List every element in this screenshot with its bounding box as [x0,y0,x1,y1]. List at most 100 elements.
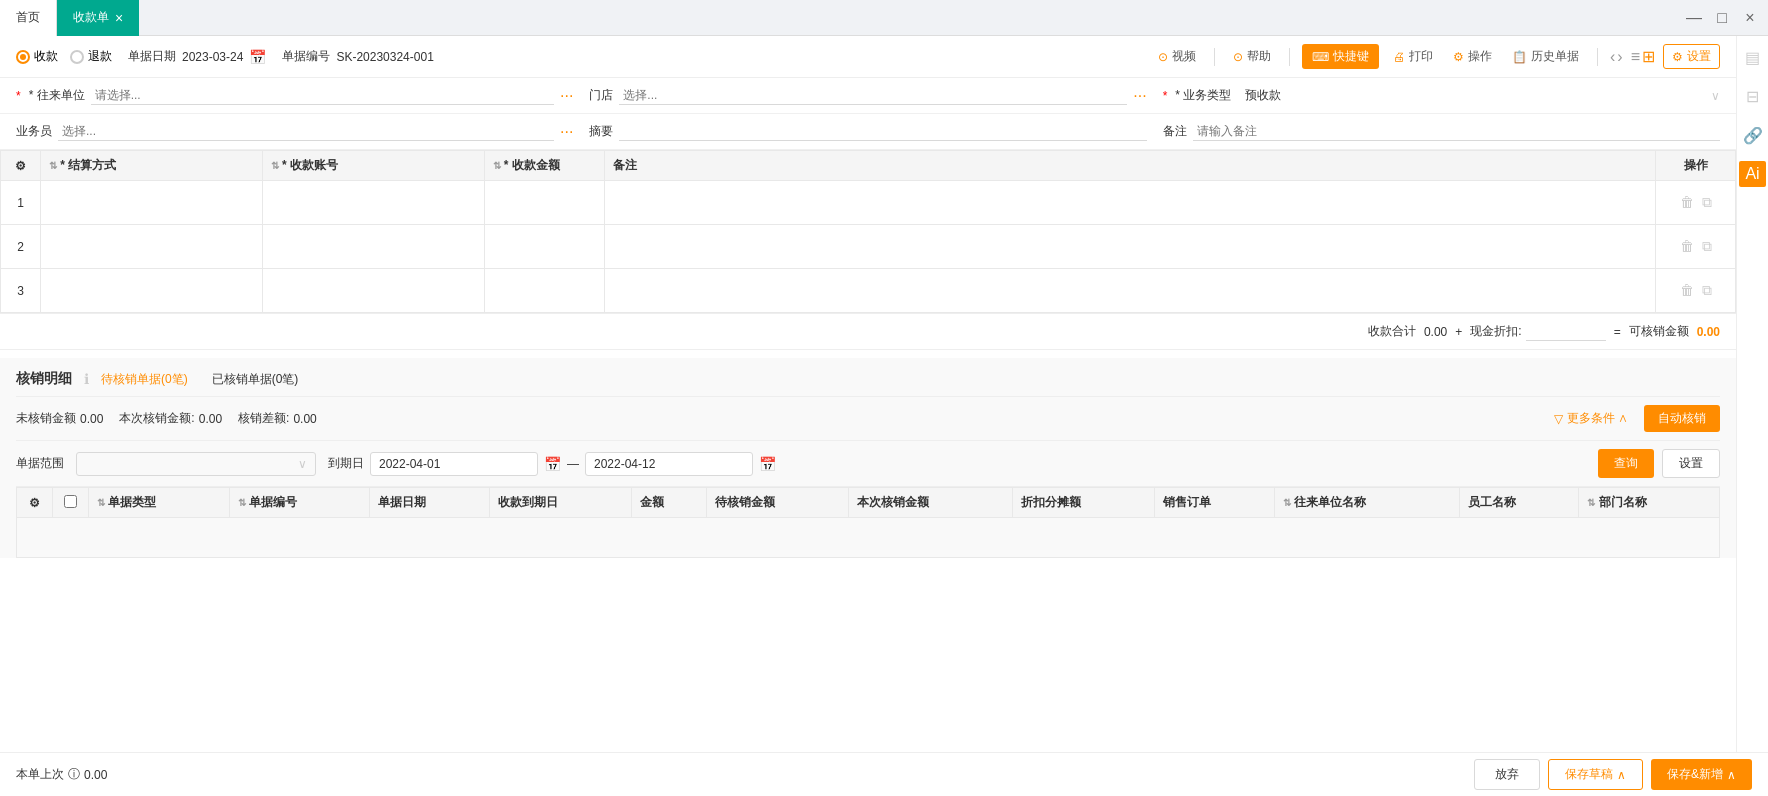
wt-number-sort-icon[interactable]: ⇅ [238,497,246,508]
wt-department-sort-icon[interactable]: ⇅ [1587,497,1595,508]
wt-this-time-label: 本次核销金额 [857,495,929,509]
counterpart-input[interactable] [91,86,554,105]
tab-close-icon[interactable]: × [115,10,123,26]
sidebar-list-icon[interactable]: ⊟ [1742,83,1763,110]
settlement-cell-3[interactable] [41,269,263,313]
amount-sort-icon[interactable]: ⇅ [493,160,501,171]
date-from-calendar-icon[interactable]: 📅 [544,456,561,472]
wt-number-label: 单据编号 [249,495,297,509]
done-tab-link[interactable]: 已核销单据(0笔) [212,371,299,388]
wt-counterpart-sort-icon[interactable]: ⇅ [1283,497,1291,508]
settlement-cell-1[interactable] [41,181,263,225]
settings-label: 设置 [1687,48,1711,65]
wt-select-all-checkbox[interactable] [64,495,77,508]
tab-home[interactable]: 首页 [0,0,57,36]
settlement-cell-2[interactable] [41,225,263,269]
account-cell-3[interactable] [262,269,484,313]
radio-refund[interactable]: 退款 [70,48,112,65]
close-button[interactable]: × [1740,8,1760,28]
wt-due-date-label: 收款到期日 [498,495,558,509]
store-input[interactable] [619,86,1127,105]
save-draft-button[interactable]: 保存草稿 ∧ [1548,759,1643,790]
range-select[interactable] [85,457,294,471]
date-to-input[interactable] [585,452,753,476]
nav-prev-icon[interactable]: ‹ [1610,48,1615,66]
amount-cell-2[interactable] [484,225,604,269]
writeoff-info-icon[interactable]: ℹ [84,371,89,387]
summary-input[interactable] [619,122,1146,141]
account-sort-icon[interactable]: ⇅ [271,160,279,171]
filter-settings-button[interactable]: 设置 [1662,449,1720,478]
tab-receipt[interactable]: 收款单 × [57,0,139,36]
sidebar-ai-icon[interactable]: Ai [1739,161,1765,187]
row-ops-1: 🗑 ⧉ [1664,194,1727,211]
remark-cell-3[interactable] [604,269,1656,313]
shortcut-button[interactable]: ⌨ 快捷键 [1302,44,1379,69]
receipt-table: ⚙ ⇅ * 结算方式 ⇅ * 收款账号 ⇅ * 收款金额 [0,150,1736,313]
copy-row-2-icon[interactable]: ⧉ [1702,238,1712,255]
maximize-button[interactable]: □ [1712,8,1732,28]
plus-sign: + [1455,325,1462,339]
remark-cell-2[interactable] [604,225,1656,269]
amount-cell-3[interactable] [484,269,604,313]
delete-row-3-icon[interactable]: 🗑 [1680,282,1694,299]
grid-view-icon[interactable]: ⊞ [1642,47,1655,66]
radio-receipt[interactable]: 收款 [16,48,58,65]
sidebar-link-icon[interactable]: 🔗 [1739,122,1767,149]
amount-cell-1[interactable] [484,181,604,225]
print-button[interactable]: 🖨 打印 [1387,46,1439,67]
range-select-wrap: ∨ [76,452,316,476]
writeoff-header: 核销明细 ℹ 待核销单据(0笔) 已核销单据(0笔) [16,370,1720,397]
list-view-icon[interactable]: ≡ [1631,48,1640,66]
account-cell-1[interactable] [262,181,484,225]
settlement-sort-icon[interactable]: ⇅ [49,160,57,171]
wt-gear-header[interactable]: ⚙ [17,488,53,518]
discard-button[interactable]: 放弃 [1474,759,1540,790]
discount-input[interactable] [1526,322,1606,341]
help-button[interactable]: ⊙ 帮助 [1227,46,1277,67]
wt-type-header: ⇅ 单据类型 [89,488,230,518]
row-ops-3: 🗑 ⧉ [1664,282,1727,299]
form-header: 收款 退款 单据日期 2023-03-24 📅 单据编号 SK-20230324… [0,36,1736,78]
delete-row-1-icon[interactable]: 🗑 [1680,194,1694,211]
btype-dropdown-icon[interactable]: ∨ [1711,89,1720,103]
right-sidebar: ▤ ⊟ 🔗 Ai [1736,36,1768,752]
main-content: 收款 退款 单据日期 2023-03-24 📅 单据编号 SK-20230324… [0,36,1736,752]
wt-type-sort-icon[interactable]: ⇅ [97,497,105,508]
save-new-button[interactable]: 保存&新增 ∧ [1651,759,1752,790]
history-button[interactable]: 📋 历史单据 [1506,46,1585,67]
date-to-calendar-icon[interactable]: 📅 [759,456,776,472]
range-dropdown-icon[interactable]: ∨ [298,457,307,471]
counterpart-more-icon[interactable]: ··· [560,87,573,105]
help-label: 帮助 [1247,48,1271,65]
copy-row-1-icon[interactable]: ⧉ [1702,194,1712,211]
sidebar-table-icon[interactable]: ▤ [1741,44,1764,71]
salesperson-input[interactable] [58,122,554,141]
more-conditions-label: 更多条件 ∧ [1567,410,1628,427]
wt-checkbox-header[interactable] [53,488,89,518]
date-calendar-icon[interactable]: 📅 [249,49,266,65]
video-icon: ⊙ [1158,50,1168,64]
diff-stat: 核销差额: 0.00 [238,410,317,427]
pending-tab-link[interactable]: 待核销单据(0笔) [101,371,188,388]
store-label: 门店 [589,87,613,104]
delete-row-2-icon[interactable]: 🗑 [1680,238,1694,255]
account-cell-2[interactable] [262,225,484,269]
wt-sales-order-header: 销售订单 [1154,488,1274,518]
salesperson-more-icon[interactable]: ··· [560,123,573,141]
remark-input[interactable] [1193,122,1720,141]
auto-writeoff-button[interactable]: 自动核销 [1644,405,1720,432]
filter-actions: 查询 设置 [1598,449,1720,478]
table-gear-header[interactable]: ⚙ [1,151,41,181]
more-conditions-btn[interactable]: ▽ 更多条件 ∧ [1554,410,1628,427]
minimize-button[interactable]: — [1684,8,1704,28]
settings-button[interactable]: ⚙ 设置 [1663,44,1720,69]
video-button[interactable]: ⊙ 视频 [1152,46,1202,67]
copy-row-3-icon[interactable]: ⧉ [1702,282,1712,299]
nav-next-icon[interactable]: › [1617,48,1622,66]
date-from-input[interactable] [370,452,538,476]
operate-button[interactable]: ⚙ 操作 [1447,46,1498,67]
remark-cell-1[interactable] [604,181,1656,225]
store-more-icon[interactable]: ··· [1133,87,1146,105]
query-button[interactable]: 查询 [1598,449,1654,478]
